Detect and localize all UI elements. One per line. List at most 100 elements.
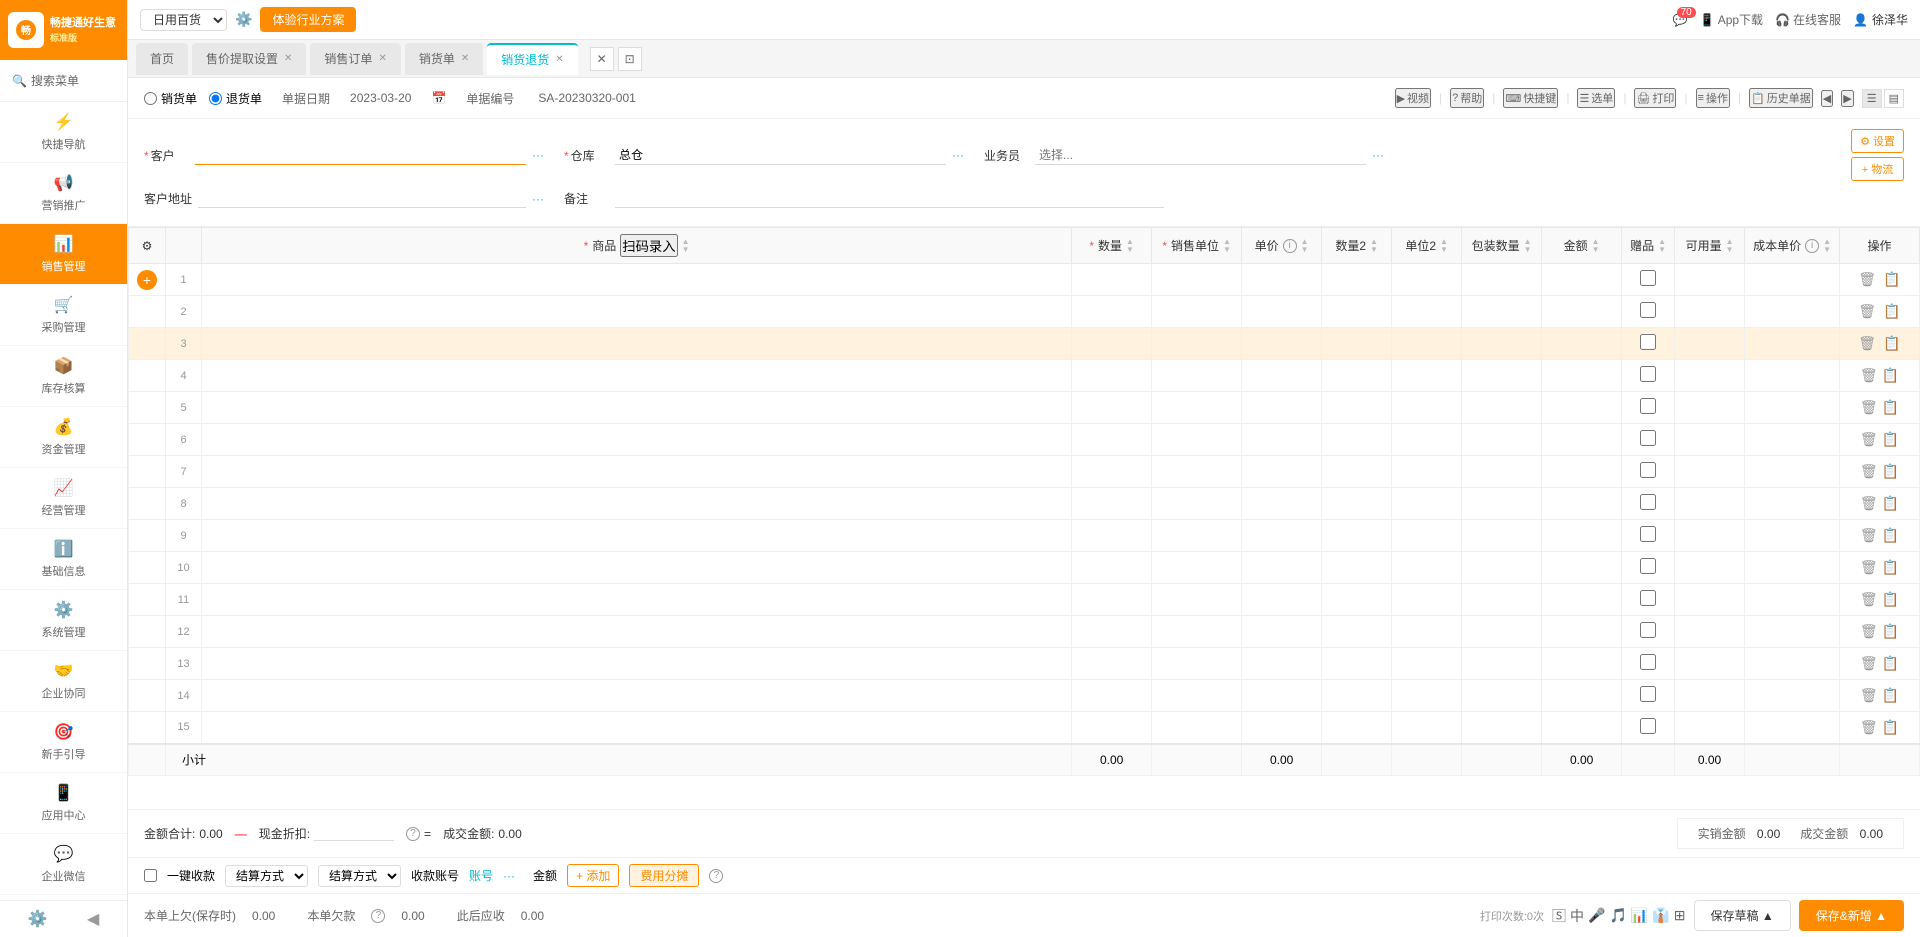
add-payment-btn[interactable]: + 添加 <box>567 864 619 887</box>
help-btn[interactable]: ? 帮助 <box>1450 88 1484 108</box>
gift-chk-5[interactable] <box>1640 398 1656 414</box>
taskbar-icon-5[interactable]: 📊 <box>1631 907 1648 924</box>
qty2-cell-2[interactable] <box>1322 296 1392 328</box>
gear-icon[interactable]: ⚙️ <box>235 11 252 28</box>
customer-dots[interactable]: ··· <box>532 148 544 162</box>
sidebar-item-xinshou[interactable]: 🎯 新手引导 <box>0 712 127 773</box>
discount-info-icon[interactable]: ? <box>406 827 420 841</box>
gift-chk-15[interactable] <box>1640 718 1656 734</box>
sidebar-search-button[interactable]: 🔍 搜索菜单 <box>8 68 119 93</box>
radio-sales-input[interactable] <box>144 92 157 105</box>
gift-checkbox-1[interactable] <box>1640 270 1656 286</box>
pack-cell-3[interactable] <box>1462 328 1542 360</box>
print-btn[interactable]: 🖨 打印 <box>1634 88 1676 108</box>
qty2-cell-3[interactable] <box>1322 328 1392 360</box>
logistics-quick-btn[interactable]: + 物流 <box>1851 157 1904 181</box>
account-dots-link[interactable]: 账号 <box>469 867 493 884</box>
cp-8[interactable]: 📋 <box>1880 495 1901 511</box>
discount-input[interactable] <box>314 826 394 841</box>
product-input-3[interactable] <box>210 337 1063 351</box>
sidebar-item-yingyong[interactable]: 📱 应用中心 <box>0 773 127 834</box>
sidebar-item-jichu[interactable]: ℹ️ 基础信息 <box>0 529 127 590</box>
gift-checkbox-3[interactable] <box>1640 334 1656 350</box>
gift-chk-10[interactable] <box>1640 558 1656 574</box>
delete-icon-1[interactable]: 🗑 <box>1856 271 1878 287</box>
sidebar-item-yingxiao[interactable]: 📢 营销推广 <box>0 163 127 224</box>
gift-chk-9[interactable] <box>1640 526 1656 542</box>
del-5[interactable]: 🗑 <box>1858 399 1880 415</box>
unit-cell-3[interactable] <box>1152 328 1242 360</box>
taskbar-icon-1[interactable]: 🅂 <box>1552 906 1566 926</box>
del-9[interactable]: 🗑 <box>1858 527 1880 543</box>
user-info[interactable]: 👤 徐泽华 <box>1853 11 1908 28</box>
trial-btn[interactable]: 体验行业方案 <box>260 7 356 32</box>
cp-9[interactable]: 📋 <box>1880 527 1901 543</box>
sidebar-item-jingying[interactable]: 📈 经营管理 <box>0 468 127 529</box>
taskbar-icon-3[interactable]: 🎤 <box>1588 907 1605 924</box>
save-new-btn[interactable]: 保存&新增 ▲ <box>1799 900 1904 931</box>
price-cell-2[interactable] <box>1242 296 1322 328</box>
unit2-cell-2[interactable] <box>1392 296 1462 328</box>
online-service-btn[interactable]: 🎧 在线客服 <box>1775 11 1841 28</box>
gift-chk-6[interactable] <box>1640 430 1656 446</box>
sidebar-item-kucun[interactable]: 📦 库存核算 <box>0 346 127 407</box>
cp-14[interactable]: 📋 <box>1880 687 1901 703</box>
qty-cell-1[interactable] <box>1072 264 1152 296</box>
settings-btn[interactable]: ⚙️ <box>28 909 48 929</box>
calendar-icon[interactable]: 📅 <box>431 91 446 105</box>
qty2-sort[interactable]: ▲▼ <box>1370 238 1378 254</box>
pack-sort[interactable]: ▲▼ <box>1524 238 1532 254</box>
tab-sales-order[interactable]: 销售订单 ✕ <box>310 43 400 75</box>
del-14[interactable]: 🗑 <box>1858 687 1880 703</box>
per-owe-info[interactable]: ? <box>371 909 385 923</box>
cp-7[interactable]: 📋 <box>1880 463 1901 479</box>
radio-sales[interactable]: 销货单 <box>144 90 197 107</box>
del-15[interactable]: 🗑 <box>1858 719 1880 735</box>
del-4[interactable]: 🗑 <box>1858 367 1880 383</box>
account-dots-btn[interactable]: ··· <box>503 869 515 883</box>
price-cell-1[interactable] <box>1242 264 1322 296</box>
gift-checkbox-2[interactable] <box>1640 302 1656 318</box>
staff-dots[interactable]: ··· <box>1372 148 1384 162</box>
gift-chk-12[interactable] <box>1640 622 1656 638</box>
sidebar-item-qiye[interactable]: 🤝 企业协同 <box>0 651 127 712</box>
taskbar-icon-4[interactable]: 🎵 <box>1609 907 1626 924</box>
tab-sales-close[interactable]: ✕ <box>461 53 469 64</box>
del-10[interactable]: 🗑 <box>1858 559 1880 575</box>
del-13[interactable]: 🗑 <box>1858 655 1880 671</box>
price-cell-3[interactable] <box>1242 328 1322 360</box>
delete-icon-2[interactable]: 🗑 <box>1856 303 1878 319</box>
product-sort[interactable]: ▲▼ <box>682 238 690 254</box>
amount-sort[interactable]: ▲▼ <box>1592 238 1600 254</box>
cp-6[interactable]: 📋 <box>1880 431 1901 447</box>
cp-15[interactable]: 📋 <box>1880 719 1901 735</box>
window-close-btn[interactable]: ✕ <box>590 47 614 71</box>
address-dots[interactable]: ··· <box>532 192 544 206</box>
gift-chk-4[interactable] <box>1640 366 1656 382</box>
tab-price-close[interactable]: ✕ <box>284 53 292 64</box>
sidebar-item-weixin[interactable]: 💬 企业微信 <box>0 834 127 895</box>
del-11[interactable]: 🗑 <box>1858 591 1880 607</box>
gift-chk-8[interactable] <box>1640 494 1656 510</box>
del-6[interactable]: 🗑 <box>1858 431 1880 447</box>
cp-12[interactable]: 📋 <box>1880 623 1901 639</box>
qty-cell-2[interactable] <box>1072 296 1152 328</box>
qty-sort[interactable]: ▲▼ <box>1126 238 1134 254</box>
cp-5[interactable]: 📋 <box>1880 399 1901 415</box>
unit2-cell-3[interactable] <box>1392 328 1462 360</box>
available-sort[interactable]: ▲▼ <box>1726 238 1734 254</box>
summary-select[interactable]: 结算方式 <box>318 865 401 887</box>
next-btn[interactable]: ▶ <box>1841 90 1853 107</box>
row-add-button[interactable]: + <box>137 270 157 290</box>
amount-cell-3[interactable] <box>1542 328 1622 360</box>
settings-quick-btn[interactable]: ⚙ 设置 <box>1851 129 1904 153</box>
cost-info-icon[interactable]: i <box>1805 239 1819 253</box>
remark-input[interactable] <box>615 189 1164 208</box>
qty2-cell-1[interactable] <box>1322 264 1392 296</box>
unit-cell-1[interactable] <box>1152 264 1242 296</box>
del-8[interactable]: 🗑 <box>1858 495 1880 511</box>
unit-sort[interactable]: ▲▼ <box>1223 238 1231 254</box>
calc-method-select[interactable]: 结算方式 <box>225 865 308 887</box>
tab-sales-return[interactable]: 销货退货 ✕ <box>487 43 577 75</box>
cost-sort[interactable]: ▲▼ <box>1823 238 1831 254</box>
